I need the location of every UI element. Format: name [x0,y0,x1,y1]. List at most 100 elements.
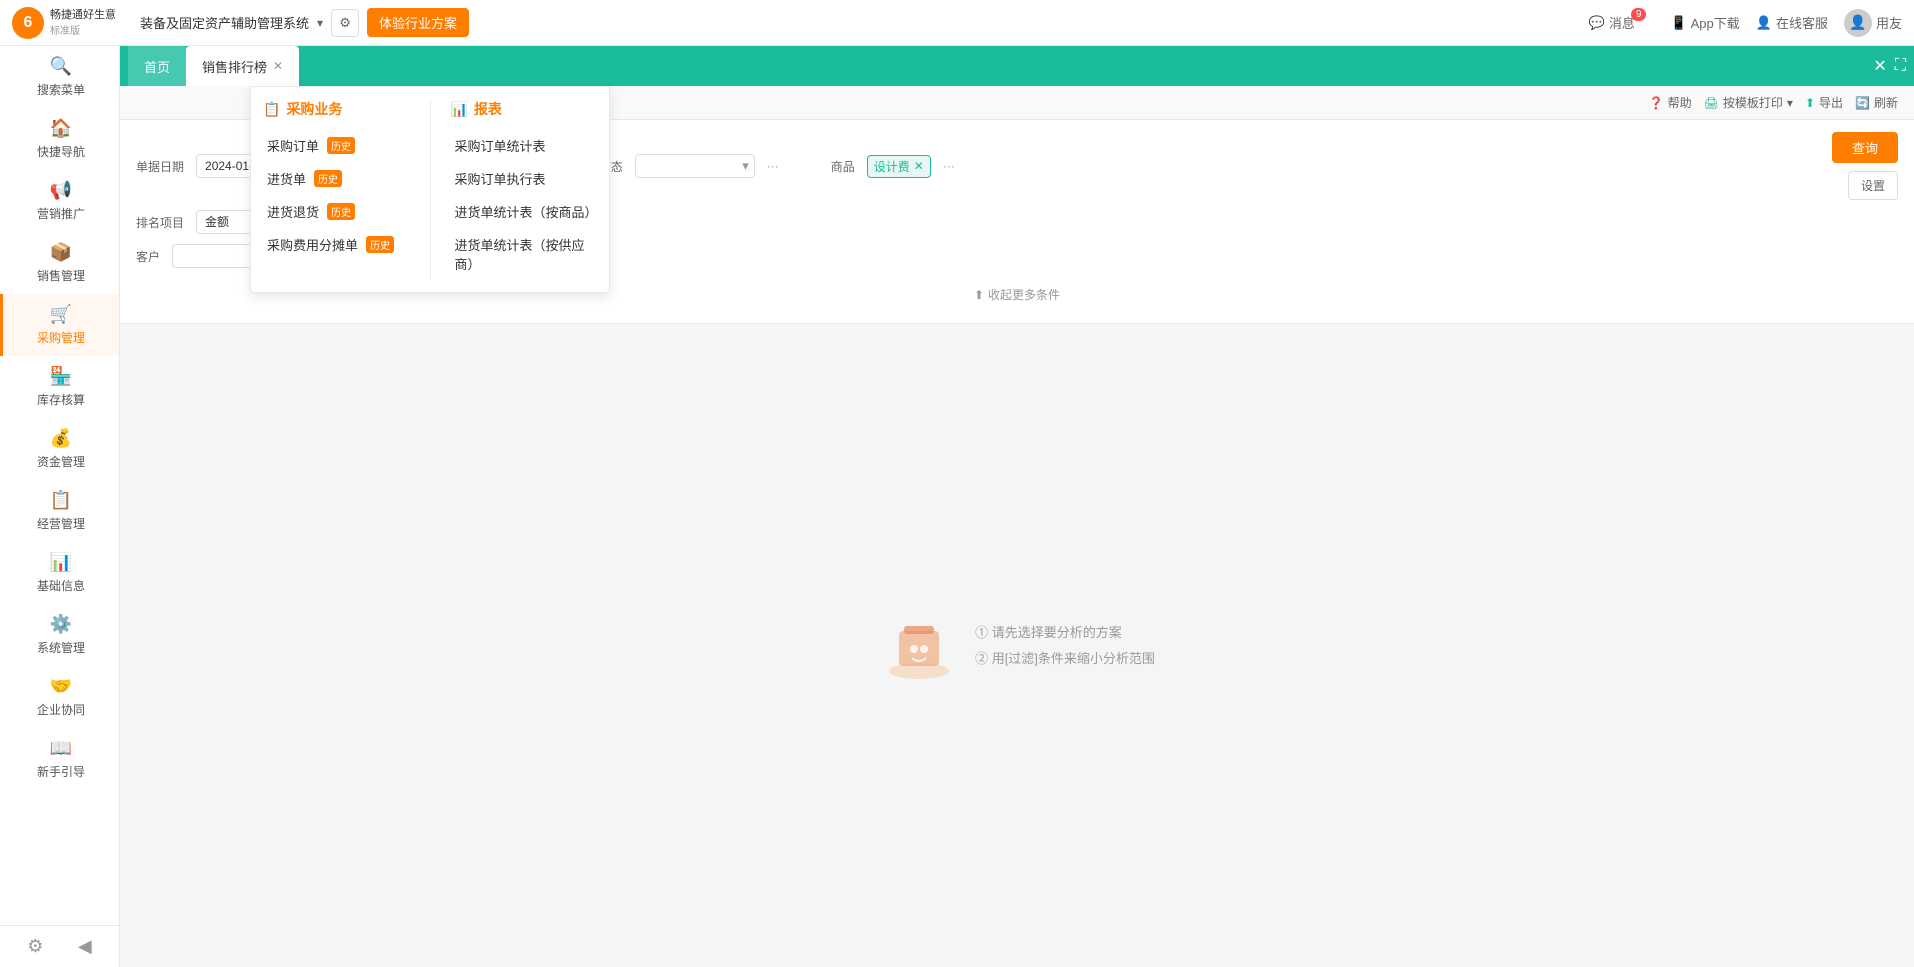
header-right: 💬 消息 9 📱 App下载 👤 在线客服 👤 用友 [1589,9,1902,37]
purchase-icon: 🛒 [50,304,72,325]
sidebar-item-sales[interactable]: 📦 销售管理 [0,232,119,294]
refresh-btn[interactable]: 🔄 刷新 [1855,94,1898,111]
tab-sales-ranking[interactable]: 销售排行榜 ✕ [186,46,299,86]
sidebar-collapse-btn[interactable]: ◀ [78,936,92,957]
goods-receipt-stats-supplier-item[interactable]: 进货单统计表（按供应商） [451,228,598,280]
system-dropdown-btn[interactable]: ▾ [317,16,323,30]
status-select[interactable] [635,154,755,178]
menu-divider [430,99,431,280]
inventory-icon: 🏪 [50,366,72,387]
tab-sales-ranking-label: 销售排行榜 [202,57,267,76]
goods-receipt-stats-supplier-label: 进货单统计表（按供应商） [455,235,594,273]
logo-area: 6 畅捷通好生意 标准版 [12,7,132,39]
purchase-report-title-text: 报表 [474,99,502,119]
help-icon: ❓ [1649,96,1664,110]
header-settings-btn[interactable]: ⚙ [331,9,359,37]
sidebar-item-system[interactable]: ⚙️ 系统管理 [0,604,119,666]
phone-icon: 📱 [1670,15,1686,31]
app-download-item[interactable]: 📱 App下载 [1670,13,1739,32]
search-button[interactable]: 查询 [1832,132,1898,163]
online-service-item[interactable]: 👤 在线客服 [1756,13,1828,32]
purchase-business-title: 📋 采购业务 [263,99,410,119]
goods-return-label: 进货退货 [267,202,319,221]
industry-btn[interactable]: 体验行业方案 [367,8,469,37]
empty-text: 请先选择要分析的方案 用[过滤]条件来缩小分析范围 [975,620,1155,672]
goods-receipt-item[interactable]: 进货单 历史 [263,162,410,195]
goods-return-item[interactable]: 进货退货 历史 [263,195,410,228]
tab-close-icon[interactable]: ✕ [273,59,283,73]
sidebar-item-inventory-label: 库存核算 [37,391,85,408]
purchase-expense-label: 采购费用分摊单 [267,235,358,254]
sidebar-item-operations[interactable]: 📋 经营管理 [0,480,119,542]
goods-tag-close-icon[interactable]: ✕ [914,159,924,173]
goods-return-history-badge: 历史 [327,203,355,220]
purchase-order-label: 采购订单 [267,136,319,155]
tab-home[interactable]: 首页 [128,46,186,86]
purchase-business-col: 📋 采购业务 采购订单 历史 进货单 历史 进货退货 历史 采购费用分摊单 [263,99,410,280]
empty-state: 请先选择要分析的方案 用[过滤]条件来缩小分析范围 [120,324,1914,967]
sidebar-item-inventory[interactable]: 🏪 库存核算 [0,356,119,418]
tab-expand-icon[interactable]: ⛶ [1895,57,1906,75]
print-label: 按模板打印 [1723,94,1783,111]
help-btn[interactable]: ❓ 帮助 [1649,94,1692,111]
sidebar-settings-btn[interactable]: ⚙ [27,936,43,957]
goods-receipt-label: 进货单 [267,169,306,188]
print-btn[interactable]: 🖨 按模板打印 ▾ [1704,94,1793,111]
goods-receipt-history-badge: 历史 [314,170,342,187]
purchase-order-exec-label: 采购订单执行表 [455,169,546,188]
purchase-order-exec-item[interactable]: 采购订单执行表 [451,162,598,195]
top-header: 6 畅捷通好生意 标准版 装备及固定资产辅助管理系统 ▾ ⚙ 体验行业方案 💬 … [0,0,1914,46]
status-select-wrapper [635,154,755,178]
tabs-right: ✕ ⛶ [1873,56,1906,76]
goods-tag-text: 设计费 [874,158,910,175]
online-service-label: 在线客服 [1776,13,1828,32]
guide-icon: 📖 [50,738,72,759]
purchase-order-item[interactable]: 采购订单 历史 [263,129,410,162]
sidebar: 🔍 搜索菜单 🏠 快捷导航 📢 营销推广 📦 销售管理 🛒 采购管理 🏪 库存核… [0,46,120,967]
purchase-business-icon: 📋 [263,101,280,118]
empty-hint-1: 请先选择要分析的方案 [975,620,1155,646]
sidebar-item-purchase[interactable]: 🛒 采购管理 [0,294,119,356]
sidebar-item-search[interactable]: 🔍 搜索菜单 [0,46,119,108]
sidebar-item-basic-info[interactable]: 📊 基础信息 [0,542,119,604]
marketing-icon: 📢 [50,180,72,201]
sidebar-item-marketing[interactable]: 📢 营销推广 [0,170,119,232]
user-item[interactable]: 👤 用友 [1844,9,1902,37]
print-icon: 🖨 [1704,96,1719,110]
goods-receipt-stats-goods-label: 进货单统计表（按商品） [455,202,594,221]
sidebar-item-guide[interactable]: 📖 新手引导 [0,728,119,790]
sidebar-item-nav[interactable]: 🏠 快捷导航 [0,108,119,170]
print-dropdown-icon: ▾ [1787,96,1793,110]
system-icon: ⚙️ [50,614,72,635]
tab-close-all-icon[interactable]: ✕ [1873,56,1886,76]
service-icon: 👤 [1756,15,1772,31]
sidebar-item-guide-label: 新手引导 [37,763,85,780]
sidebar-item-enterprise-label: 企业协同 [37,701,85,718]
logo-icon: 6 [12,7,44,39]
sidebar-item-system-label: 系统管理 [37,639,85,656]
settings-small-button[interactable]: 设置 [1848,171,1898,200]
sales-icon: 📦 [50,242,72,263]
tab-home-label: 首页 [144,57,170,76]
user-name: 用友 [1876,13,1902,32]
refresh-label: 刷新 [1874,94,1898,111]
app-download-label: App下载 [1691,13,1740,32]
status-more[interactable]: ··· [767,159,779,173]
purchase-dropdown-menu: 📋 采购业务 采购订单 历史 进货单 历史 进货退货 历史 采购费用分摊单 [250,86,610,293]
rank-label: 排名项目 [136,214,184,231]
purchase-order-stats-item[interactable]: 采购订单统计表 [451,129,598,162]
goods-receipt-stats-goods-item[interactable]: 进货单统计表（按商品） [451,195,598,228]
tabs-bar: 首页 销售排行榜 ✕ ✕ ⛶ [120,46,1914,86]
purchase-expense-item[interactable]: 采购费用分摊单 历史 [263,228,410,261]
notification-item[interactable]: 💬 消息 9 [1589,13,1655,32]
enterprise-icon: 🤝 [50,676,72,697]
sidebar-item-enterprise[interactable]: 🤝 企业协同 [0,666,119,728]
sidebar-item-sales-label: 销售管理 [37,267,85,284]
goods-more[interactable]: ··· [943,159,955,173]
export-icon: ⬆ [1805,96,1815,110]
export-btn[interactable]: ⬆ 导出 [1805,94,1843,111]
sidebar-item-purchase-label: 采购管理 [37,329,85,346]
avatar: 👤 [1844,9,1872,37]
empty-illustration [879,606,959,686]
sidebar-item-finance[interactable]: 💰 资金管理 [0,418,119,480]
